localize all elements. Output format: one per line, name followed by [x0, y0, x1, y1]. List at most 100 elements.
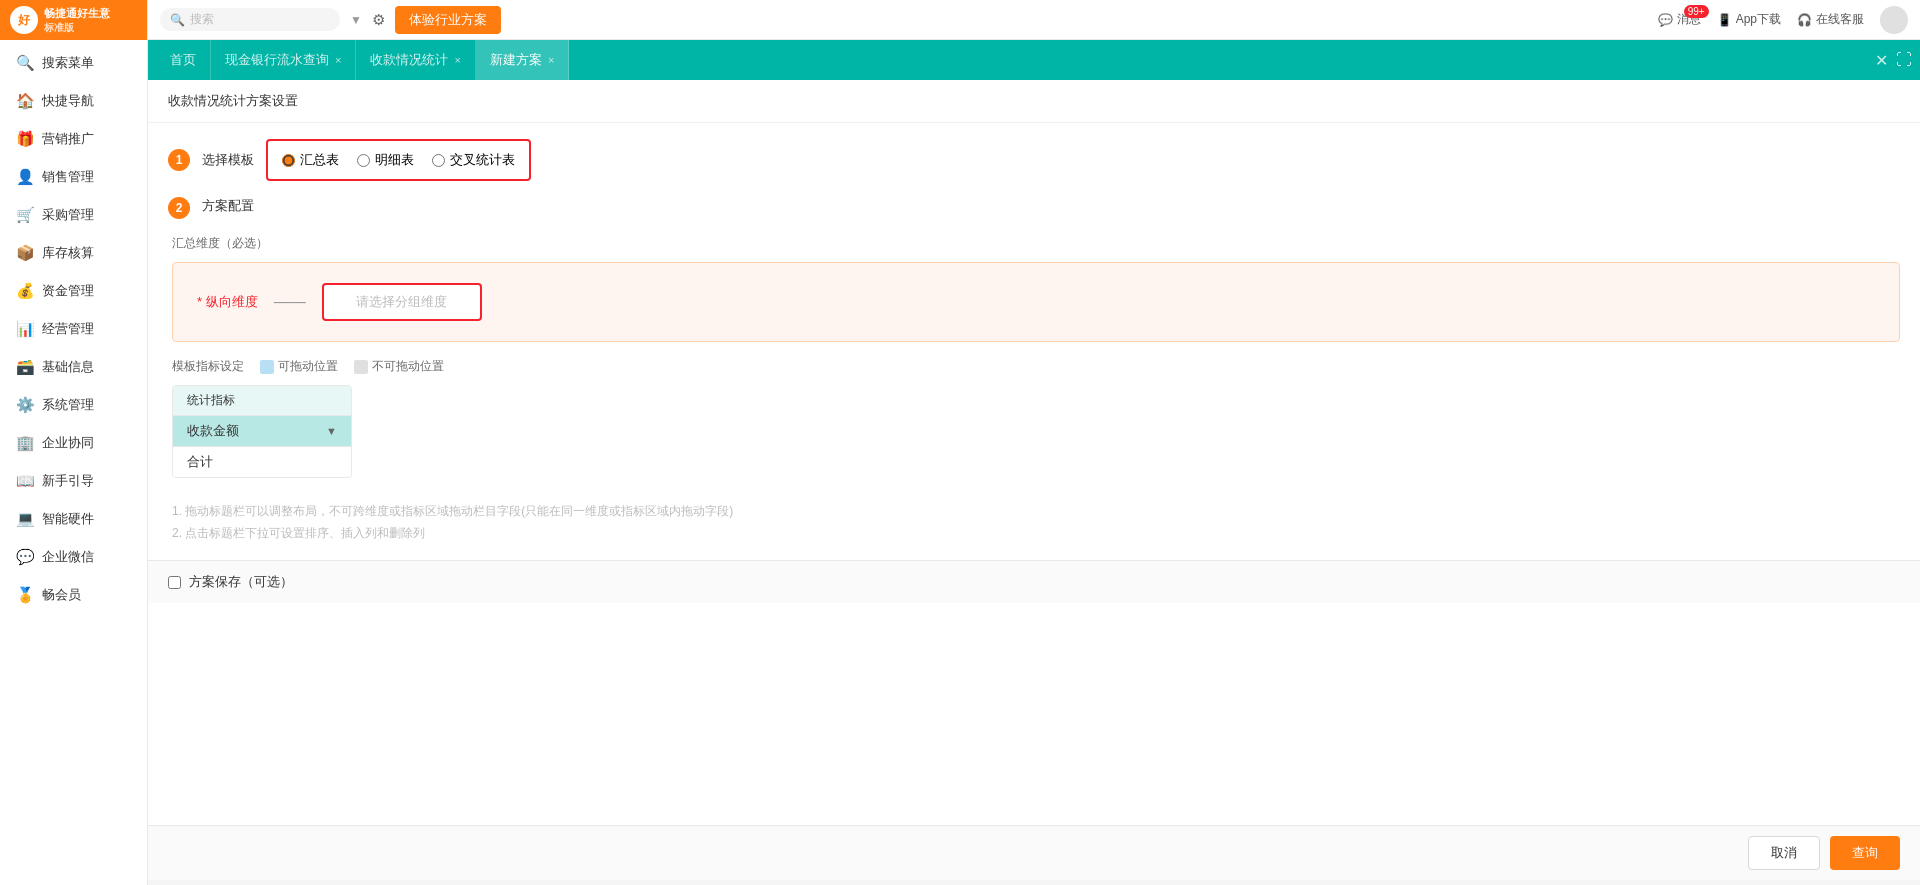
hardware-icon: 💻	[16, 510, 34, 528]
sidebar-item-marketing[interactable]: 🎁 营销推广	[0, 120, 147, 158]
box-icon: 📦	[16, 244, 34, 262]
tab-receipt[interactable]: 收款情况统计 ×	[356, 40, 475, 80]
industry-btn[interactable]: 体验行业方案	[395, 6, 501, 34]
metrics-config: 模板指标设定 可拖动位置 不可拖动位置 统计指标	[172, 358, 1900, 481]
close-tab-new-plan[interactable]: ×	[548, 54, 554, 66]
template-options: 汇总表 明细表 交叉统计表	[266, 139, 531, 181]
radio-cross[interactable]: 交叉统计表	[432, 151, 515, 169]
radio-summary-input[interactable]	[282, 154, 295, 167]
sidebar-item-sales[interactable]: 👤 销售管理	[0, 158, 147, 196]
support-btn[interactable]: 🎧 在线客服	[1797, 11, 1864, 28]
dimension-select[interactable]: 请选择分组维度	[322, 283, 482, 321]
member-icon: 🏅	[16, 586, 34, 604]
tips-section: 1. 拖动标题栏可以调整布局，不可跨维度或指标区域拖动栏目字段(只能在同一维度或…	[172, 501, 1900, 544]
sidebar-item-enterprise[interactable]: 🏢 企业协同	[0, 424, 147, 462]
money-icon: 💰	[16, 282, 34, 300]
tab-new-plan[interactable]: 新建方案 ×	[476, 40, 569, 80]
metrics-cell-amount[interactable]: 收款金额 ▼	[173, 416, 351, 447]
enterprise-icon: 🏢	[16, 434, 34, 452]
search-placeholder: 搜索	[190, 11, 214, 28]
save-section: 方案保存（可选）	[148, 560, 1920, 603]
tab-cashflow[interactable]: 现金银行流水查询 ×	[211, 40, 356, 80]
sidebar-item-inventory[interactable]: 📦 库存核算	[0, 234, 147, 272]
main-area: 🔍 搜索 ▼ ⚙ 体验行业方案 💬 消息 99+ 📱 App下载 🎧 在线客服	[148, 0, 1920, 885]
save-label[interactable]: 方案保存（可选）	[189, 573, 293, 591]
home-icon: 🏠	[16, 92, 34, 110]
notification-icon: 💬	[1658, 13, 1673, 27]
metrics-sum-row: 合计	[173, 447, 351, 477]
sidebar-item-search[interactable]: 🔍 搜索菜单	[0, 44, 147, 82]
radio-summary[interactable]: 汇总表	[282, 151, 339, 169]
tab-bar: 首页 现金银行流水查询 × 收款情况统计 × 新建方案 × ✕ ⛶	[148, 40, 1920, 80]
dimension-area: * 纵向维度 —— 请选择分组维度	[172, 262, 1900, 342]
content-area: 收款情况统计方案设置 1 选择模板 汇总表	[148, 80, 1920, 885]
database-icon: 🗃️	[16, 358, 34, 376]
logo-icon: 好	[10, 6, 38, 34]
step2-row: 2 方案配置	[168, 197, 1900, 219]
dropdown-arrow-icon[interactable]: ▼	[326, 425, 337, 437]
close-window-btn[interactable]: ✕	[1875, 51, 1888, 70]
step1-badge: 1	[168, 149, 190, 171]
step1-label: 选择模板	[202, 151, 254, 169]
header-search-box[interactable]: 🔍 搜索	[160, 8, 340, 31]
tab-home[interactable]: 首页	[156, 40, 211, 80]
radio-cross-input[interactable]	[432, 154, 445, 167]
tip-2: 2. 点击标题栏下拉可设置排序、插入列和删除列	[172, 523, 1900, 545]
hint-draggable: 可拖动位置	[260, 358, 338, 375]
sidebar-item-hardware[interactable]: 💻 智能硬件	[0, 500, 147, 538]
user-avatar[interactable]	[1880, 6, 1908, 34]
row-dim-label: * 纵向维度	[197, 293, 258, 311]
sidebar-item-basic[interactable]: 🗃️ 基础信息	[0, 348, 147, 386]
sidebar: 好 畅捷通好生意 标准版 🔍 搜索菜单 🏠 快捷导航 🎁 营销推广 👤 销售管理…	[0, 0, 148, 885]
chart-icon: 📊	[16, 320, 34, 338]
sidebar-item-guide[interactable]: 📖 新手引导	[0, 462, 147, 500]
close-tab-cashflow[interactable]: ×	[335, 54, 341, 66]
content-inner: 收款情况统计方案设置 1 选择模板 汇总表	[148, 80, 1920, 825]
step1-row: 1 选择模板 汇总表 明细表	[168, 139, 1900, 181]
cart-icon: 🛒	[16, 206, 34, 224]
cancel-button[interactable]: 取消	[1748, 836, 1820, 870]
close-tab-receipt[interactable]: ×	[454, 54, 460, 66]
radio-detail-input[interactable]	[357, 154, 370, 167]
sidebar-item-system[interactable]: ⚙️ 系统管理	[0, 386, 147, 424]
query-button[interactable]: 查询	[1830, 836, 1900, 870]
dim-arrow: ——	[274, 293, 306, 311]
save-checkbox[interactable]	[168, 576, 181, 589]
radio-group: 汇总表 明细表 交叉统计表	[282, 151, 515, 169]
dropdown-icon[interactable]: ▼	[350, 13, 362, 27]
config-section: 汇总维度（必选） * 纵向维度 —— 请选择分组维度 模板指标设定	[172, 235, 1900, 544]
settings-icon: ⚙️	[16, 396, 34, 414]
page-title: 收款情况统计方案设置	[148, 80, 1920, 123]
wechat-icon: 💬	[16, 548, 34, 566]
logo-text: 畅捷通好生意 标准版	[44, 6, 110, 35]
notification-btn[interactable]: 💬 消息 99+	[1658, 11, 1701, 28]
headset-icon: 🎧	[1797, 13, 1812, 27]
not-draggable-indicator	[354, 360, 368, 374]
draggable-indicator	[260, 360, 274, 374]
sidebar-item-purchase[interactable]: 🛒 采购管理	[0, 196, 147, 234]
download-btn[interactable]: 📱 App下载	[1717, 11, 1781, 28]
sidebar-item-quick-nav[interactable]: 🏠 快捷导航	[0, 82, 147, 120]
book-icon: 📖	[16, 472, 34, 490]
maximize-btn[interactable]: ⛶	[1896, 51, 1912, 70]
logo: 好 畅捷通好生意 标准版	[0, 0, 147, 40]
sidebar-nav: 🔍 搜索菜单 🏠 快捷导航 🎁 营销推广 👤 销售管理 🛒 采购管理 📦 库存核…	[0, 40, 147, 885]
download-icon: 📱	[1717, 13, 1732, 27]
metrics-title: 模板指标设定	[172, 358, 244, 375]
tip-1: 1. 拖动标题栏可以调整布局，不可跨维度或指标区域拖动栏目字段(只能在同一维度或…	[172, 501, 1900, 523]
sidebar-item-member[interactable]: 🏅 畅会员	[0, 576, 147, 614]
sidebar-item-operation[interactable]: 📊 经营管理	[0, 310, 147, 348]
sidebar-item-wechat[interactable]: 💬 企业微信	[0, 538, 147, 576]
settings-icon[interactable]: ⚙	[372, 11, 385, 29]
metrics-table: 统计指标 收款金额 ▼ 合计	[172, 385, 352, 478]
notification-badge: 99+	[1684, 5, 1709, 18]
radio-detail[interactable]: 明细表	[357, 151, 414, 169]
top-header: 🔍 搜索 ▼ ⚙ 体验行业方案 💬 消息 99+ 📱 App下载 🎧 在线客服	[148, 0, 1920, 40]
download-label: App下载	[1736, 11, 1781, 28]
search-icon: 🔍	[170, 13, 185, 27]
sidebar-item-finance[interactable]: 💰 资金管理	[0, 272, 147, 310]
header-actions: 💬 消息 99+ 📱 App下载 🎧 在线客服	[1658, 6, 1908, 34]
metrics-group-header: 统计指标	[173, 386, 351, 416]
metrics-hint: 模板指标设定 可拖动位置 不可拖动位置	[172, 358, 1900, 375]
gift-icon: 🎁	[16, 130, 34, 148]
